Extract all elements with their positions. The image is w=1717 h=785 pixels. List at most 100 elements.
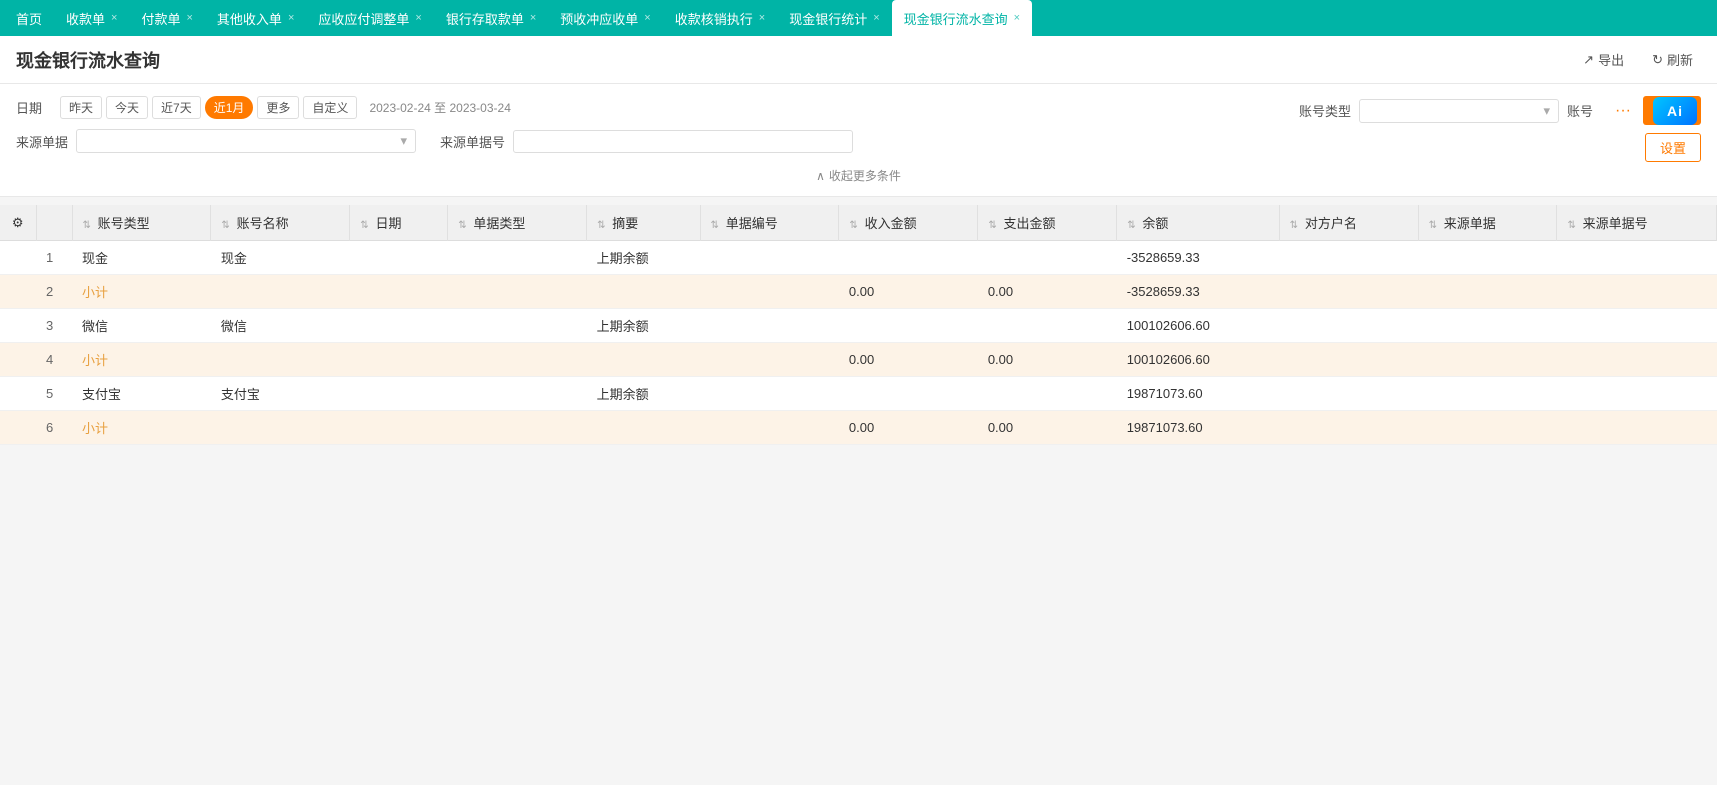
cell-balance: 100102606.60 [1117, 309, 1279, 343]
col-summary[interactable]: ⇅ 摘要 [587, 205, 700, 241]
account-type-select[interactable]: ▾ [1359, 99, 1559, 123]
cell-doc_no [700, 241, 839, 275]
col-balance[interactable]: ⇅ 余额 [1117, 205, 1279, 241]
cell-doc_type [448, 309, 587, 343]
top-nav: 首页收款单×付款单×其他收入单×应收应付调整单×银行存取款单×预收冲应收单×收款… [0, 0, 1717, 36]
col-doc_type[interactable]: ⇅ 单据类型 [448, 205, 587, 241]
export-button[interactable]: ↗ 导出 [1575, 46, 1632, 73]
cell-income [839, 309, 978, 343]
page-title: 现金银行流水查询 [16, 47, 160, 73]
row-gear [0, 343, 36, 377]
date-btn-今天[interactable]: 今天 [106, 96, 148, 119]
date-btn-昨天[interactable]: 昨天 [60, 96, 102, 119]
source-doc-select[interactable]: ▾ [76, 129, 416, 153]
cell-income [839, 377, 978, 411]
cell-account_name: 微信 [211, 309, 350, 343]
cell-summary: 上期余额 [587, 377, 700, 411]
cell-balance: 100102606.60 [1117, 343, 1279, 377]
date-btn-自定义[interactable]: 自定义 [303, 96, 357, 119]
nav-item-预收冲应收单[interactable]: 预收冲应收单× [548, 0, 662, 36]
cell-balance: -3528659.33 [1117, 275, 1279, 309]
col-date[interactable]: ⇅ 日期 [350, 205, 448, 241]
close-icon[interactable]: × [1014, 12, 1020, 24]
cell-summary [587, 343, 700, 377]
cell-expense [978, 309, 1117, 343]
col-source_doc[interactable]: ⇅ 来源单据 [1418, 205, 1557, 241]
cell-account_name: 现金 [211, 241, 350, 275]
table-row: 3微信微信上期余额100102606.60 [0, 309, 1717, 343]
nav-item-银行存取款单[interactable]: 银行存取款单× [434, 0, 548, 36]
col-account_type[interactable]: ⇅ 账号类型 [72, 205, 211, 241]
col-counterpart[interactable]: ⇅ 对方户名 [1279, 205, 1418, 241]
settings-button[interactable]: 设置 [1645, 133, 1701, 162]
close-icon[interactable]: × [111, 12, 117, 24]
date-btn-近7天[interactable]: 近7天 [152, 96, 201, 119]
col-account_name[interactable]: ⇅ 账号名称 [211, 205, 350, 241]
collapse-up-icon: ∧ [816, 169, 825, 183]
nav-item-付款单[interactable]: 付款单× [129, 0, 204, 36]
date-btn-近1月[interactable]: 近1月 [205, 96, 254, 119]
refresh-button[interactable]: ↻ 刷新 [1644, 46, 1701, 73]
page-header: 现金银行流水查询 ↗ 导出 ↻ 刷新 [0, 36, 1717, 84]
data-table: ⚙⇅ 账号类型⇅ 账号名称⇅ 日期⇅ 单据类型⇅ 摘要⇅ 单据编号⇅ 收入金额⇅… [0, 205, 1717, 445]
close-icon[interactable]: × [644, 12, 650, 24]
cell-expense: 0.00 [978, 343, 1117, 377]
col-income[interactable]: ⇅ 收入金额 [839, 205, 978, 241]
close-icon[interactable]: × [288, 12, 294, 24]
cell-counterpart [1279, 343, 1418, 377]
cell-source_doc_no [1557, 275, 1717, 309]
cell-expense [978, 241, 1117, 275]
cell-balance: 19871073.60 [1117, 377, 1279, 411]
row-seq: 2 [36, 275, 72, 309]
cell-income: 0.00 [839, 343, 978, 377]
nav-item-现金银行流水查询[interactable]: 现金银行流水查询× [892, 0, 1032, 36]
cell-doc_type [448, 411, 587, 445]
close-icon[interactable]: × [873, 12, 879, 24]
nav-item-首页[interactable]: 首页 [4, 0, 54, 36]
close-icon[interactable]: × [530, 12, 536, 24]
cell-summary [587, 411, 700, 445]
col-gear[interactable]: ⚙ [0, 205, 36, 241]
table-row: 1现金现金上期余额-3528659.33 [0, 241, 1717, 275]
cell-source_doc [1418, 377, 1557, 411]
col-doc_no[interactable]: ⇅ 单据编号 [700, 205, 839, 241]
cell-doc_no [700, 309, 839, 343]
cell-source_doc_no [1557, 241, 1717, 275]
row-seq: 1 [36, 241, 72, 275]
date-buttons: 昨天今天近7天近1月更多自定义 [60, 96, 357, 119]
cell-source_doc [1418, 275, 1557, 309]
account-dots-button[interactable]: ··· [1611, 102, 1635, 120]
collapse-bar[interactable]: ∧ 收起更多条件 [16, 163, 1701, 188]
cell-date [350, 275, 448, 309]
cell-doc_no [700, 377, 839, 411]
cell-doc_no [700, 275, 839, 309]
col-expense[interactable]: ⇅ 支出金额 [978, 205, 1117, 241]
cell-source_doc [1418, 309, 1557, 343]
row-gear [0, 309, 36, 343]
cell-counterpart [1279, 241, 1418, 275]
nav-item-收款单[interactable]: 收款单× [54, 0, 129, 36]
nav-item-应收应付调整单[interactable]: 应收应付调整单× [306, 0, 433, 36]
close-icon[interactable]: × [186, 12, 192, 24]
cell-summary [587, 275, 700, 309]
nav-item-其他收入单[interactable]: 其他收入单× [205, 0, 306, 36]
cell-balance: 19871073.60 [1117, 411, 1279, 445]
nav-item-收款核销执行[interactable]: 收款核销执行× [663, 0, 777, 36]
account-label: 账号 [1567, 101, 1603, 120]
date-btn-更多[interactable]: 更多 [257, 96, 299, 119]
cell-counterpart [1279, 309, 1418, 343]
close-icon[interactable]: × [415, 12, 421, 24]
cell-account_type: 微信 [72, 309, 211, 343]
export-icon: ↗ [1583, 52, 1594, 68]
col-source_doc_no[interactable]: ⇅ 来源单据号 [1557, 205, 1717, 241]
source-doc-no-input[interactable] [513, 130, 853, 153]
refresh-icon: ↻ [1652, 52, 1663, 68]
source-doc-no-label: 来源单据号 [440, 132, 505, 151]
row-seq: 4 [36, 343, 72, 377]
cell-doc_type [448, 241, 587, 275]
ai-button[interactable]: Ai [1653, 97, 1697, 125]
cell-doc_type [448, 377, 587, 411]
close-icon[interactable]: × [759, 12, 765, 24]
nav-item-现金银行统计[interactable]: 现金银行统计× [777, 0, 891, 36]
date-label: 日期 [16, 98, 52, 117]
